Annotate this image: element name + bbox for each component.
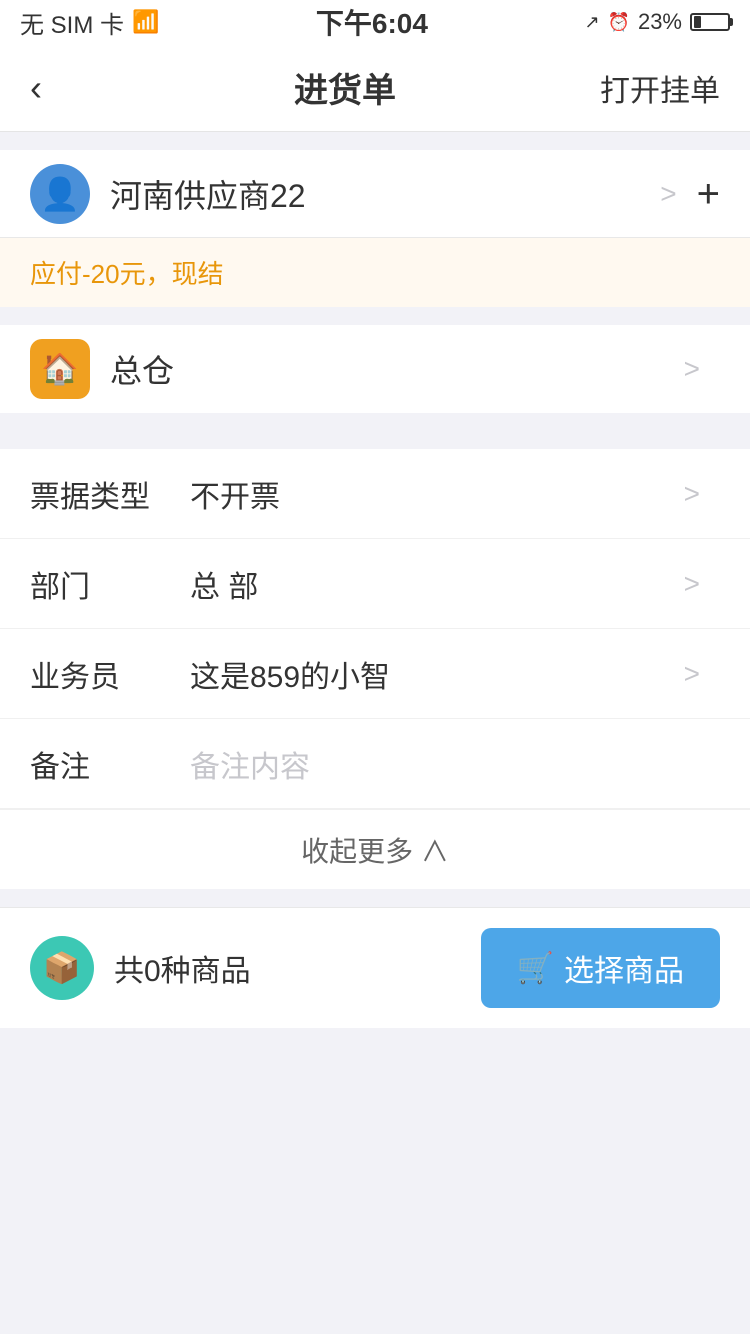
invoice-label: 票据类型 — [30, 472, 170, 516]
warehouse-icon: 🏠 — [41, 352, 78, 387]
dept-value: 总 部 — [170, 562, 684, 606]
status-time: 下午6:04 — [316, 2, 428, 42]
invoice-row[interactable]: 票据类型 不开票 > — [0, 449, 750, 539]
alarm-icon: ⏰ — [608, 12, 630, 33]
supplier-name: 河南供应商22 — [110, 171, 660, 217]
invoice-chevron-icon: > — [684, 478, 700, 510]
warehouse-name: 总仓 — [110, 346, 684, 392]
nav-bar: ‹ 进货单 打开挂单 — [0, 44, 750, 132]
salesman-label: 业务员 — [30, 652, 170, 696]
dept-label: 部门 — [30, 562, 170, 606]
supplier-chevron-icon: > — [660, 178, 676, 210]
battery-fill — [694, 16, 701, 28]
remark-input[interactable]: 备注内容 — [170, 742, 720, 786]
avatar-icon: 👤 — [40, 175, 80, 213]
warehouse-chevron-icon: > — [684, 353, 700, 385]
battery-tip — [730, 18, 733, 26]
product-icon-wrap: 📦 — [30, 936, 94, 1000]
page-title: 进货单 — [294, 63, 396, 112]
warehouse-icon-wrap: 🏠 — [30, 339, 90, 399]
salesman-chevron-icon: > — [684, 658, 700, 690]
status-left: 无 SIM 卡 📶 — [20, 5, 159, 40]
collapse-button[interactable]: 收起更多 ∧ — [0, 809, 750, 889]
product-icon: 📦 — [43, 951, 80, 986]
top-divider — [0, 132, 750, 150]
status-bar: 无 SIM 卡 📶 下午6:04 ↗ ⏰ 23% — [0, 0, 750, 44]
add-button[interactable]: + — [697, 174, 720, 214]
battery-percent: 23% — [638, 9, 682, 35]
remark-row[interactable]: 备注 备注内容 — [0, 719, 750, 809]
select-product-icon: 🛒 — [517, 951, 554, 986]
wifi-icon: 📶 — [132, 9, 159, 35]
middle-divider-2 — [0, 413, 750, 431]
invoice-value: 不开票 — [170, 472, 684, 516]
supplier-avatar: 👤 — [30, 164, 90, 224]
select-product-button[interactable]: 🛒 选择商品 — [481, 928, 720, 1008]
select-product-label: 选择商品 — [564, 946, 684, 990]
salesman-row[interactable]: 业务员 这是859的小智 > — [0, 629, 750, 719]
supplier-row[interactable]: 👤 河南供应商22 > + — [0, 150, 750, 238]
notice-row: 应付-20元，现结 — [0, 238, 750, 307]
middle-divider-1 — [0, 307, 750, 325]
collapse-text: 收起更多 ∧ — [301, 830, 449, 870]
battery-icon — [690, 13, 730, 31]
location-icon: ↗ — [584, 12, 599, 33]
dept-row[interactable]: 部门 总 部 > — [0, 539, 750, 629]
supplier-section: 👤 河南供应商22 > + 应付-20元，现结 — [0, 150, 750, 307]
page-background — [0, 1028, 750, 1328]
bottom-bar: 📦 共0种商品 🛒 选择商品 — [0, 907, 750, 1028]
carrier-text: 无 SIM 卡 — [20, 5, 124, 40]
notice-text: 应付-20元，现结 — [30, 259, 224, 289]
form-section: 票据类型 不开票 > 部门 总 部 > 业务员 这是859的小智 > 备注 备注… — [0, 449, 750, 889]
open-pending-button[interactable]: 打开挂单 — [600, 66, 720, 110]
status-right: ↗ ⏰ 23% — [584, 9, 730, 35]
warehouse-row[interactable]: 🏠 总仓 > — [0, 325, 750, 413]
remark-label: 备注 — [30, 742, 170, 786]
dept-chevron-icon: > — [684, 568, 700, 600]
back-button[interactable]: ‹ — [30, 67, 90, 109]
salesman-value: 这是859的小智 — [170, 652, 684, 696]
product-count: 共0种商品 — [114, 946, 481, 990]
